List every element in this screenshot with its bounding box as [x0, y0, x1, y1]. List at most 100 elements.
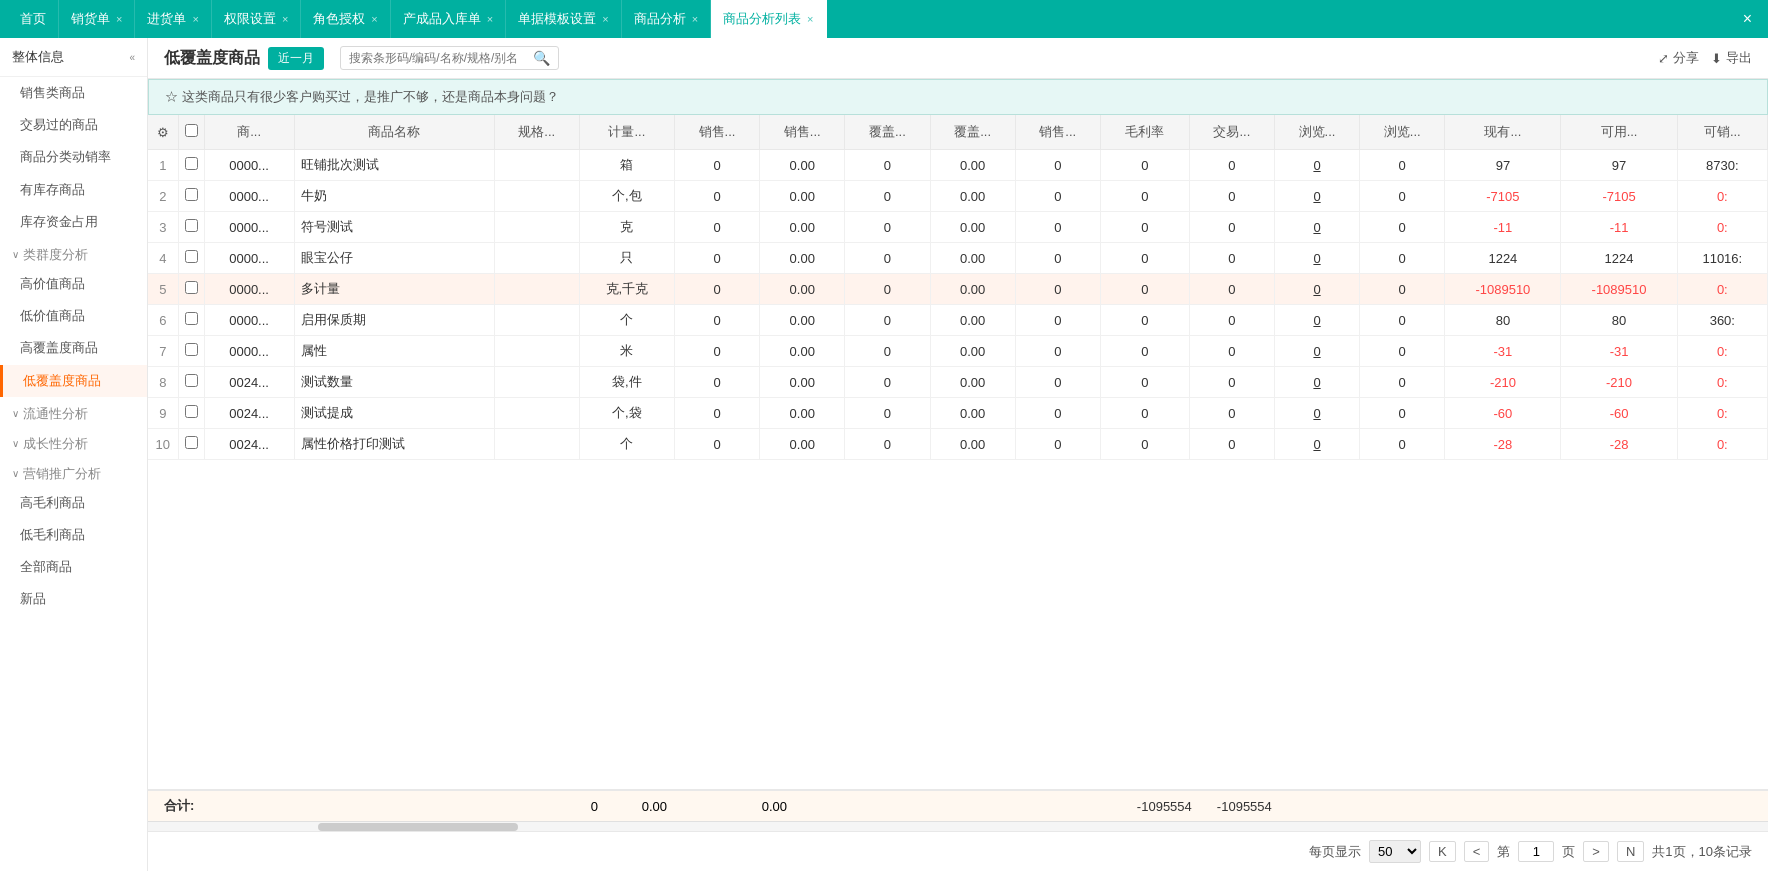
row-name[interactable]: 眼宝公仔: [294, 243, 494, 274]
col-code[interactable]: 商...: [204, 115, 294, 150]
col-cover2[interactable]: 覆盖...: [930, 115, 1015, 150]
row-checkbox[interactable]: [185, 250, 198, 263]
sidebar-item-stock-funds[interactable]: 库存资金占用: [0, 206, 147, 238]
share-button[interactable]: ⤢ 分享: [1658, 49, 1699, 67]
row-name[interactable]: 属性价格打印测试: [294, 429, 494, 460]
nav-product-in-close[interactable]: ×: [487, 13, 493, 25]
row-checkbox[interactable]: [185, 436, 198, 449]
col-name[interactable]: 商品名称: [294, 115, 494, 150]
sidebar-item-high-value[interactable]: 高价值商品: [0, 268, 147, 300]
row-name[interactable]: 符号测试: [294, 212, 494, 243]
prev-page-button[interactable]: <: [1464, 841, 1490, 862]
nav-sales-close[interactable]: ×: [116, 13, 122, 25]
select-all-checkbox[interactable]: [185, 124, 198, 137]
col-available[interactable]: 可用...: [1561, 115, 1677, 150]
next-page-button[interactable]: >: [1583, 841, 1609, 862]
col-current[interactable]: 现有...: [1445, 115, 1561, 150]
col-view2[interactable]: 浏览...: [1360, 115, 1445, 150]
nav-purchase-close[interactable]: ×: [192, 13, 198, 25]
page-size-select[interactable]: 50 20 100: [1369, 840, 1421, 863]
scrollbar-thumb[interactable]: [318, 823, 518, 831]
row-name[interactable]: 测试提成: [294, 398, 494, 429]
time-filter-button[interactable]: 近一月: [268, 47, 324, 70]
col-saleable[interactable]: 可销...: [1677, 115, 1767, 150]
row-name[interactable]: 测试数量: [294, 367, 494, 398]
section-growth[interactable]: ∨ 成长性分析: [0, 427, 147, 457]
sidebar-item-category-rate[interactable]: 商品分类动销率: [0, 141, 147, 173]
nav-product-analysis[interactable]: 商品分析 ×: [622, 0, 711, 38]
search-icon[interactable]: 🔍: [533, 50, 550, 66]
last-page-button[interactable]: N: [1617, 841, 1644, 862]
col-trade[interactable]: 交易...: [1189, 115, 1274, 150]
row-spec: [494, 150, 579, 181]
search-input[interactable]: [349, 51, 529, 65]
nav-purchase[interactable]: 进货单 ×: [135, 0, 211, 38]
row-name[interactable]: 属性: [294, 336, 494, 367]
col-settings[interactable]: ⚙: [148, 115, 178, 150]
row-checkbox[interactable]: [185, 374, 198, 387]
row-view1[interactable]: 0: [1274, 367, 1359, 398]
first-page-button[interactable]: K: [1429, 841, 1456, 862]
col-sales2[interactable]: 销售...: [760, 115, 845, 150]
nav-permission-close[interactable]: ×: [282, 13, 288, 25]
col-spec[interactable]: 规格...: [494, 115, 579, 150]
nav-template[interactable]: 单据模板设置 ×: [506, 0, 621, 38]
col-unit[interactable]: 计量...: [579, 115, 674, 150]
row-view1[interactable]: 0: [1274, 336, 1359, 367]
row-checkbox[interactable]: [185, 405, 198, 418]
row-view1[interactable]: 0: [1274, 150, 1359, 181]
nav-template-close[interactable]: ×: [602, 13, 608, 25]
section-profit-flow[interactable]: ∨ 流通性分析: [0, 397, 147, 427]
settings-icon[interactable]: ⚙: [157, 125, 169, 140]
sidebar-item-all-goods[interactable]: 全部商品: [0, 551, 147, 583]
row-view1[interactable]: 0: [1274, 212, 1359, 243]
sidebar-item-sales-goods[interactable]: 销售类商品: [0, 77, 147, 109]
row-checkbox[interactable]: [185, 343, 198, 356]
sidebar-item-low-profit[interactable]: 低毛利商品: [0, 519, 147, 551]
row-name[interactable]: 多计量: [294, 274, 494, 305]
nav-home[interactable]: 首页: [8, 0, 59, 38]
sidebar-item-low-value[interactable]: 低价值商品: [0, 300, 147, 332]
row-view1[interactable]: 0: [1274, 398, 1359, 429]
row-checkbox[interactable]: [185, 157, 198, 170]
nav-analysis-close[interactable]: ×: [692, 13, 698, 25]
sidebar-collapse-icon[interactable]: «: [129, 52, 135, 63]
nav-role[interactable]: 角色授权 ×: [301, 0, 390, 38]
sidebar-item-low-coverage[interactable]: 低覆盖度商品: [0, 365, 147, 397]
row-name[interactable]: 旺铺批次测试: [294, 150, 494, 181]
sidebar-item-in-stock[interactable]: 有库存商品: [0, 174, 147, 206]
horizontal-scrollbar[interactable]: [148, 821, 1768, 831]
sidebar-item-high-coverage[interactable]: 高覆盖度商品: [0, 332, 147, 364]
nav-analysis-list[interactable]: 商品分析列表 ×: [711, 0, 826, 38]
col-sales1[interactable]: 销售...: [674, 115, 759, 150]
row-view1[interactable]: 0: [1274, 274, 1359, 305]
row-checkbox[interactable]: [185, 219, 198, 232]
export-button[interactable]: ⬇ 导出: [1711, 49, 1752, 67]
col-view1[interactable]: 浏览...: [1274, 115, 1359, 150]
row-checkbox[interactable]: [185, 188, 198, 201]
row-view1[interactable]: 0: [1274, 429, 1359, 460]
sidebar-item-traded[interactable]: 交易过的商品: [0, 109, 147, 141]
sidebar-header[interactable]: 整体信息 «: [0, 38, 147, 77]
row-checkbox[interactable]: [185, 281, 198, 294]
nav-permission[interactable]: 权限设置 ×: [212, 0, 301, 38]
row-view1[interactable]: 0: [1274, 305, 1359, 336]
row-name[interactable]: 启用保质期: [294, 305, 494, 336]
row-name[interactable]: 牛奶: [294, 181, 494, 212]
page-number-input[interactable]: [1518, 841, 1554, 862]
col-cover1[interactable]: 覆盖...: [845, 115, 930, 150]
row-view1[interactable]: 0: [1274, 243, 1359, 274]
section-quality[interactable]: ∨ 类群度分析: [0, 238, 147, 268]
nav-role-close[interactable]: ×: [371, 13, 377, 25]
section-marketing[interactable]: ∨ 营销推广分析: [0, 457, 147, 487]
nav-sales[interactable]: 销货单 ×: [59, 0, 135, 38]
sidebar-item-high-profit[interactable]: 高毛利商品: [0, 487, 147, 519]
nav-product-in[interactable]: 产成品入库单 ×: [391, 0, 506, 38]
col-profit[interactable]: 毛利率: [1100, 115, 1189, 150]
row-checkbox[interactable]: [185, 312, 198, 325]
sidebar-item-new-goods[interactable]: 新品: [0, 583, 147, 615]
row-view1[interactable]: 0: [1274, 181, 1359, 212]
close-all-tabs[interactable]: ×: [1735, 10, 1760, 28]
col-sales3[interactable]: 销售...: [1015, 115, 1100, 150]
nav-analysis-list-close[interactable]: ×: [807, 13, 813, 25]
